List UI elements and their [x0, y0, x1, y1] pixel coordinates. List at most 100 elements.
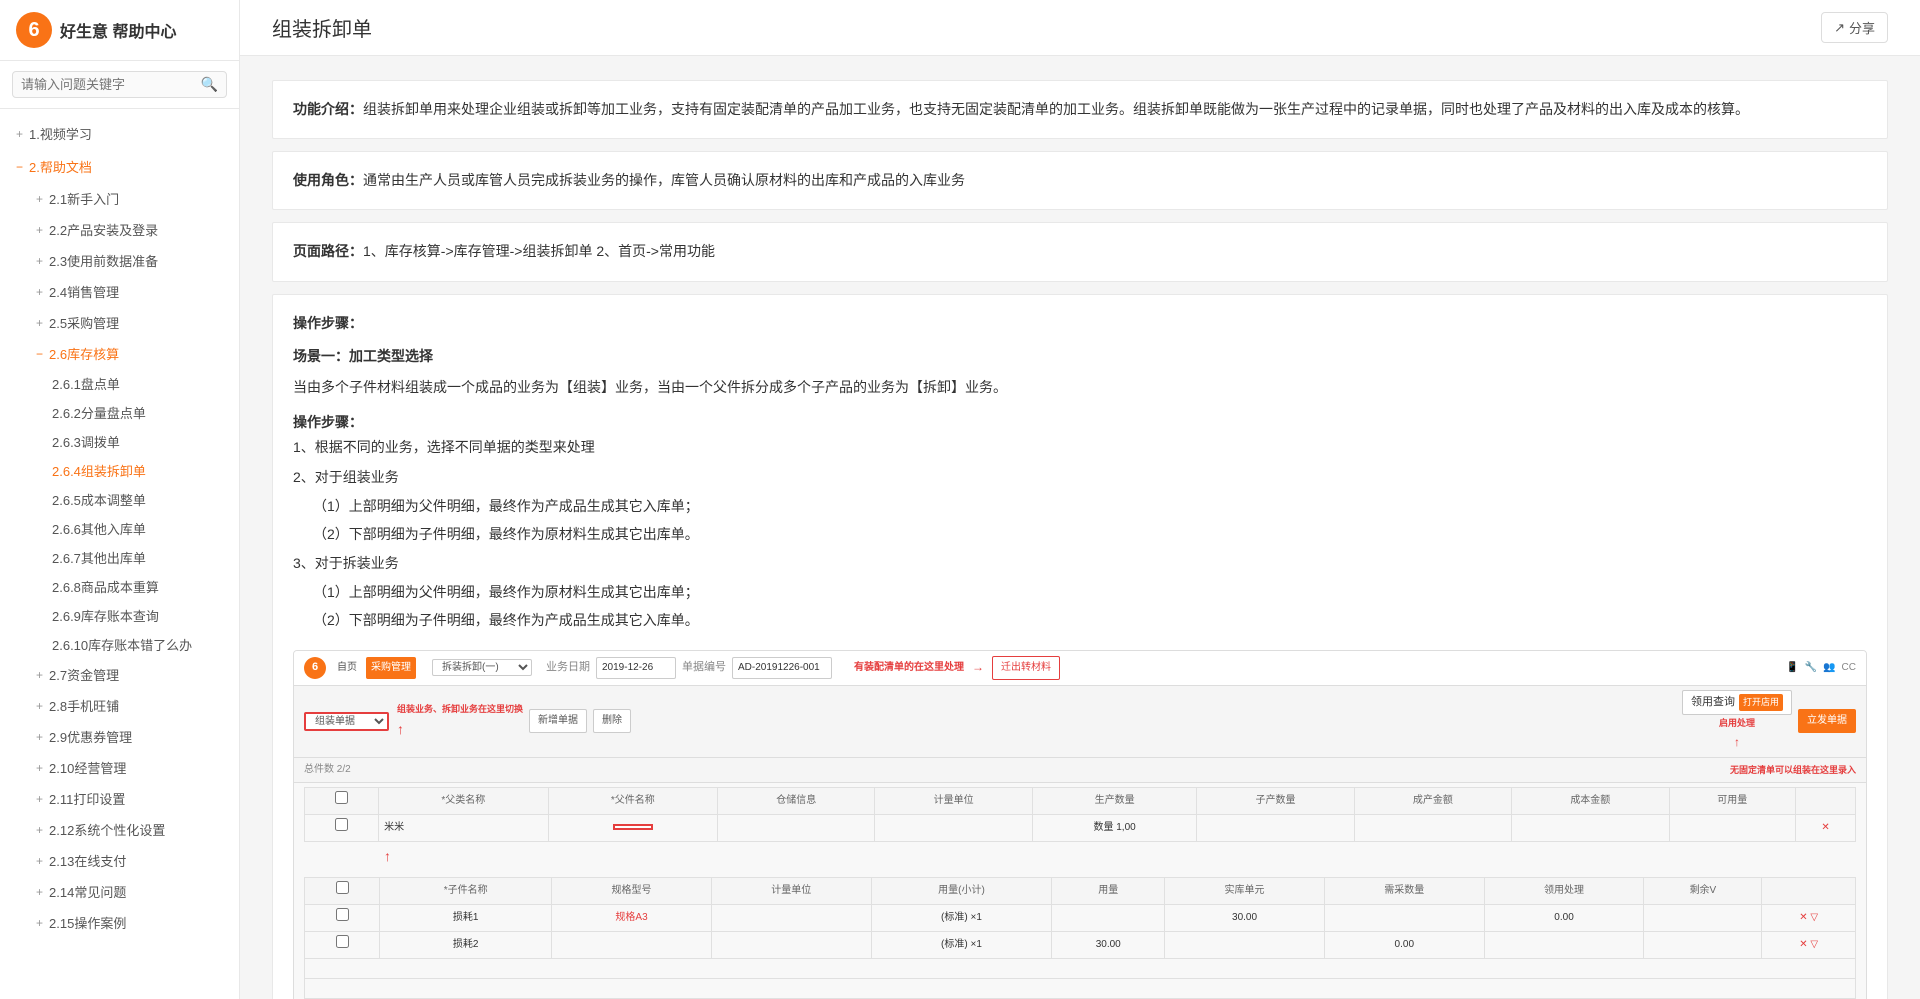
red-arrow-enable: ↑ [1734, 732, 1740, 754]
sidebar-item-i4[interactable]: 2.6.4组装拆卸单 [36, 456, 239, 485]
path-label: 页面路径： [293, 243, 363, 259]
expand-icon-ops: + [36, 761, 43, 775]
search-icon[interactable]: 🔍 [201, 76, 218, 93]
sidebar-item-inventory[interactable]: − 2.6库存核算 [20, 338, 239, 369]
sidebar-item-cases[interactable]: + 2.15操作案例 [20, 907, 239, 938]
sidebar-item-i9[interactable]: 2.6.9库存账本查询 [36, 601, 239, 630]
annotation-label-3: 无固定清单可以组装在这里录入 [1730, 762, 1856, 778]
sim-module-select[interactable]: 拆装拆卸(一) [432, 659, 532, 676]
expand-icon-new: + [36, 192, 43, 206]
td2-actual-1: 30.00 [1165, 905, 1325, 932]
sidebar-item-sales[interactable]: + 2.4销售管理 [20, 276, 239, 307]
sidebar-item-i3[interactable]: 2.6.3调拨单 [36, 427, 239, 456]
search-input[interactable] [21, 77, 201, 92]
inventory-subnav: 2.6.1盘点单 2.6.2分量盘点单 2.6.3调拨单 2.6.4组装拆卸单 … [20, 369, 239, 659]
sim-nav-home: 自页 [332, 657, 362, 679]
sidebar-item-i1[interactable]: 2.6.1盘点单 [36, 369, 239, 398]
sim-enable-val: 打开店用 [1739, 694, 1783, 710]
annotation-label-2: 组装业务、拆卸业务在这里切换 [397, 701, 523, 717]
scene1-title: 场景一：加工类型选择 [293, 344, 1867, 369]
main-content: 功能介绍：组装拆卸单用来处理企业组装或拆卸等加工业务，支持有固定装配清单的产品加… [240, 56, 1920, 999]
td-unit [875, 815, 1032, 842]
sim-type-annotation: 组装业务、拆卸业务在这里切换 ↑ [397, 701, 523, 742]
step1: 1、根据不同的业务，选择不同单据的类型来处理 [293, 435, 1867, 460]
sim-tb-confirm[interactable]: 立发单据 [1798, 709, 1856, 733]
sidebar-item-i7[interactable]: 2.6.7其他出库单 [36, 543, 239, 572]
delete-row-3-btn[interactable]: ✕ ▽ [1799, 939, 1818, 950]
expand-icon-system: + [36, 823, 43, 837]
table-row: 米米 数量 1,00 [305, 815, 1856, 842]
th2-actions [1762, 878, 1856, 905]
sidebar-item-finance[interactable]: + 2.7资金管理 [20, 659, 239, 690]
table-row: 损耗1 规格A3 (标准) ×1 30.00 0.00 [305, 905, 1856, 932]
td2-collect-1: 0.00 [1484, 905, 1644, 932]
sidebar-item-faq[interactable]: + 2.14常见问题 [20, 876, 239, 907]
td2-act-2: ✕ ▽ [1762, 932, 1856, 959]
sidebar-header: 6 好生意 帮助中心 [0, 0, 239, 61]
th-unit: 计量单位 [875, 788, 1032, 815]
func-intro-label: 功能介绍： [293, 101, 363, 117]
sim-tb-add[interactable]: 新增单据 [529, 709, 587, 733]
expand-icon-install: + [36, 223, 43, 237]
sim-tb-delete[interactable]: 删除 [593, 709, 631, 733]
sim-nav: 自页 采购管理 [332, 657, 416, 679]
sidebar-item-mobile[interactable]: + 2.8手机旺铺 [20, 690, 239, 721]
role-label: 使用角色： [293, 172, 363, 188]
td2-name-1: 损耗1 [380, 905, 552, 932]
td2-actual-2 [1165, 932, 1325, 959]
th-prod-amount: 成产金额 [1354, 788, 1511, 815]
row-cb-1[interactable] [336, 908, 349, 921]
sidebar-item-data[interactable]: + 2.3使用前数据准备 [20, 245, 239, 276]
td-available [1669, 815, 1796, 842]
sidebar-item-print[interactable]: + 2.11打印设置 [20, 783, 239, 814]
sidebar-item-pay[interactable]: + 2.13在线支付 [20, 845, 239, 876]
delete-row-btn[interactable]: ✕ [1821, 822, 1829, 833]
sim-type-area: 组装单据 拆卸 组装业务、拆卸业务在这里切换 ↑ [304, 701, 523, 742]
sidebar-item-i6[interactable]: 2.6.6其他入库单 [36, 514, 239, 543]
sidebar-item-new[interactable]: + 2.1新手入门 [20, 183, 239, 214]
sidebar-item-video[interactable]: + 1.视频学习 [0, 117, 239, 150]
th2-spec: 规格型号 [552, 878, 712, 905]
td2-spec-1: 规格A3 [552, 905, 712, 932]
th-actions [1796, 788, 1856, 815]
sidebar-item-install[interactable]: + 2.2产品安装及登录 [20, 214, 239, 245]
sidebar-item-i2[interactable]: 2.6.2分量盘点单 [36, 398, 239, 427]
sidebar-item-coupon[interactable]: + 2.9优惠券管理 [20, 721, 239, 752]
docs-subnav: + 2.1新手入门 + 2.2产品安装及登录 + 2.3使用前数据准备 + 2.… [0, 183, 239, 938]
expand-icon-inventory: − [36, 347, 43, 361]
share-button[interactable]: ↗ 分享 [1821, 12, 1888, 43]
sidebar-nav: + 1.视频学习 − 2.帮助文档 + 2.1新手入门 + 2.2产品安装及登录 [0, 109, 239, 999]
row-cb-2[interactable] [336, 935, 349, 948]
sidebar-item-ops[interactable]: + 2.10经营管理 [20, 752, 239, 783]
th-parent-type: *父类名称 [379, 788, 548, 815]
sidebar-item-docs[interactable]: − 2.帮助文档 [0, 150, 239, 183]
sidebar-item-purchase[interactable]: + 2.5采购管理 [20, 307, 239, 338]
td-warehouse [718, 815, 875, 842]
sidebar-item-i10[interactable]: 2.6.10库存账本错了么办 [36, 630, 239, 659]
scene1-section: 场景一：加工类型选择 当由多个子件材料组装成一个成品的业务为【组装】业务，当由一… [293, 344, 1867, 999]
role-text: 通常由生产人员或库管人员完成拆装业务的操作，库管人员确认原材料的出库和产成品的入… [363, 172, 965, 188]
select-all-2[interactable] [336, 881, 349, 894]
td2-unit-2 [711, 932, 871, 959]
sim-tb-right: 领用查询 打开店用 启用处理 ↑ 立发单据 [1682, 690, 1856, 754]
select-all[interactable] [335, 791, 348, 804]
sidebar-item-system[interactable]: + 2.12系统个性化设置 [20, 814, 239, 845]
sim-btn-transfer[interactable]: 迁出转材料 [992, 656, 1060, 680]
sidebar-item-i5[interactable]: 2.6.5成本调整单 [36, 485, 239, 514]
sim-nav-active: 采购管理 [366, 657, 416, 679]
sidebar-item-i8[interactable]: 2.6.8商品成本重算 [36, 572, 239, 601]
step2-1: （1）上部明细为父件明细，最终作为产成品生成其它入库单； [293, 494, 1867, 519]
td-name-input[interactable] [613, 824, 653, 830]
td-parent-type: 米米 [379, 815, 548, 842]
ops-title: 操作步骤： [293, 311, 1867, 336]
th-prod-qty: 生产数量 [1032, 788, 1196, 815]
th-cost: 成本金额 [1512, 788, 1669, 815]
sim-type-select[interactable]: 组装单据 拆卸 [304, 712, 389, 731]
delete-row-2-btn[interactable]: ✕ ▽ [1799, 912, 1818, 923]
row-checkbox[interactable] [335, 818, 348, 831]
expand-icon-sales: + [36, 285, 43, 299]
page-title: 组装拆卸单 [272, 13, 372, 42]
td2-qty-2: 30.00 [1052, 932, 1165, 959]
step2: 2、对于组装业务 [293, 465, 1867, 490]
step2-2: （2）下部明细为子件明细，最终作为原材料生成其它出库单。 [293, 522, 1867, 547]
